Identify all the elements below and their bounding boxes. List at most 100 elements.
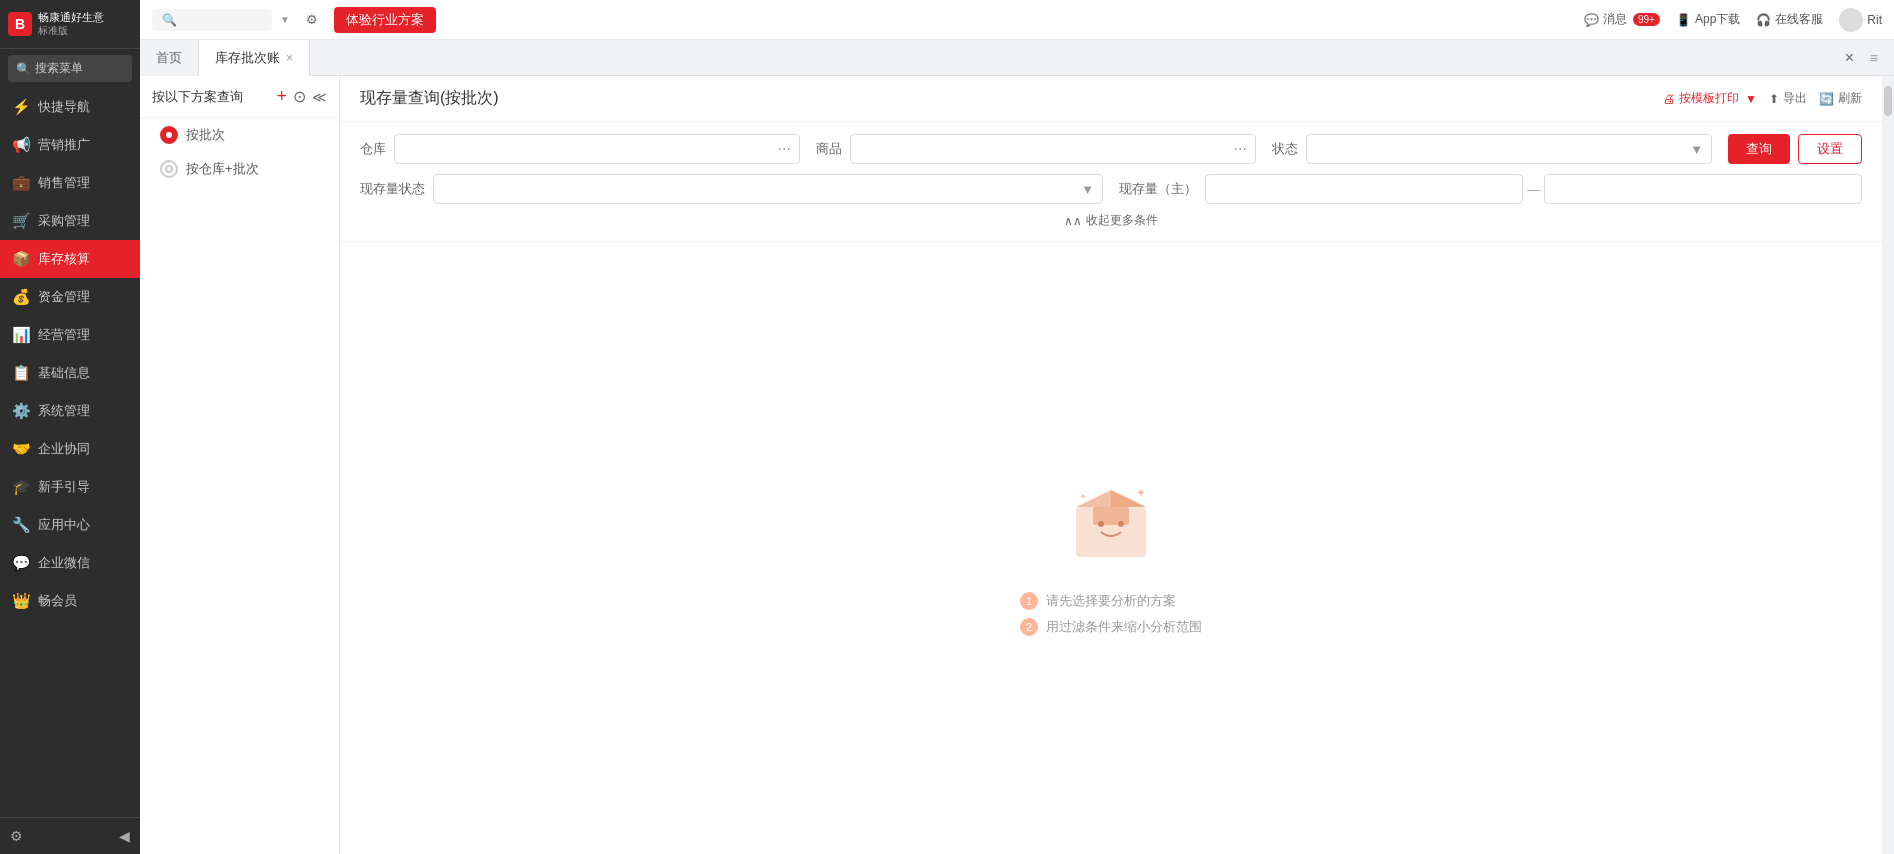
enterprise-label: 企业协同	[38, 440, 90, 458]
sidebar-search-label: 搜索菜单	[35, 60, 83, 77]
collapse-label: 收起更多条件	[1086, 212, 1158, 229]
collapse-more-btn[interactable]: ∧∧ 收起更多条件	[1064, 212, 1158, 229]
collapse-sidebar-btn[interactable]: ◀	[119, 828, 130, 844]
left-panel-header: 按以下方案查询 + ⊙ ≪	[140, 76, 339, 118]
print-dropdown-arrow[interactable]: ▼	[1745, 92, 1757, 106]
sidebar-item-membership[interactable]: 👑 畅会员	[0, 582, 140, 620]
tabbar-more-btn[interactable]: ≡	[1870, 50, 1878, 66]
sidebar-item-management[interactable]: 📊 经营管理	[0, 316, 140, 354]
warehouse-more-btn[interactable]: ···	[778, 140, 791, 158]
refresh-label: 刷新	[1838, 90, 1862, 107]
warehouse-input[interactable]: ···	[394, 134, 800, 164]
sidebar-item-purchase[interactable]: 🛒 采购管理	[0, 202, 140, 240]
export-btn[interactable]: ⬆ 导出	[1769, 90, 1807, 107]
finance-icon: 💰	[12, 288, 30, 306]
app-subtitle: 标准版	[38, 24, 104, 38]
tab-home[interactable]: 首页	[140, 40, 199, 76]
topbar-right: 💬 消息 99+ 📱 App下载 🎧 在线客服 Rit	[1584, 8, 1882, 32]
app-info: 畅康通好生意 标准版	[38, 10, 104, 38]
tab-close-btn[interactable]: ×	[286, 51, 293, 65]
purchase-label: 采购管理	[38, 212, 90, 230]
sidebar-item-wechat[interactable]: 💬 企业微信	[0, 544, 140, 582]
sidebar-item-finance[interactable]: 💰 资金管理	[0, 278, 140, 316]
scrollbar-thumb[interactable]	[1884, 86, 1892, 116]
sidebar-item-sales[interactable]: 💼 销售管理	[0, 164, 140, 202]
sidebar-item-quick-nav[interactable]: ⚡ 快捷导航	[0, 88, 140, 126]
marketing-label: 营销推广	[38, 136, 90, 154]
add-scheme-btn[interactable]: +	[276, 86, 287, 107]
topbar-search-box[interactable]: 🔍	[152, 9, 272, 31]
tabbar-close-btn[interactable]: ×	[1845, 49, 1854, 67]
marketing-icon: 📢	[12, 136, 30, 154]
messages-icon: 💬	[1584, 13, 1599, 27]
empty-illustration: ✦ ✦	[1051, 452, 1171, 572]
stock-status-select[interactable]: ▼	[433, 174, 1103, 204]
stock-qty-range: —	[1205, 174, 1862, 204]
sales-label: 销售管理	[38, 174, 90, 192]
svg-rect-5	[1093, 507, 1129, 525]
topbar-gear-btn[interactable]: ⚙	[298, 6, 326, 34]
sidebar-item-enterprise[interactable]: 🤝 企业协同	[0, 430, 140, 468]
stock-status-label: 现存量状态	[360, 180, 425, 198]
left-panel: 按以下方案查询 + ⊙ ≪ 按批次	[140, 76, 340, 854]
quick-nav-icon: ⚡	[12, 98, 30, 116]
sidebar-item-basic-info[interactable]: 📋 基础信息	[0, 354, 140, 392]
panel-collapse-btn[interactable]: ≪	[312, 89, 327, 105]
inventory-icon: 📦	[12, 250, 30, 268]
sidebar-item-appstore[interactable]: 🔧 应用中心	[0, 506, 140, 544]
experience-btn[interactable]: 体验行业方案	[334, 7, 436, 33]
left-panel-title: 按以下方案查询	[152, 88, 243, 106]
scheme-item-batch[interactable]: 按批次	[140, 118, 339, 152]
messages-btn[interactable]: 💬 消息 99+	[1584, 11, 1660, 28]
status-select[interactable]: ▼	[1306, 134, 1712, 164]
messages-label: 消息	[1603, 11, 1627, 28]
wechat-icon: 💬	[12, 554, 30, 572]
basic-info-icon: 📋	[12, 364, 30, 382]
topbar-search-icon: 🔍	[162, 13, 177, 27]
print-icon: 🖨	[1663, 92, 1675, 106]
tip-text-1: 请先选择要分析的方案	[1046, 592, 1176, 610]
scheme-settings-btn[interactable]: ⊙	[293, 87, 306, 106]
scheme-item-warehouse-batch[interactable]: 按仓库+批次	[140, 152, 339, 186]
status-dropdown-icon: ▼	[1690, 142, 1703, 157]
finance-label: 资金管理	[38, 288, 90, 306]
scheme-batch-label: 按批次	[186, 126, 225, 144]
user-avatar-btn[interactable]: Rit	[1839, 8, 1882, 32]
stock-qty-max-input[interactable]	[1544, 174, 1862, 204]
collapse-up-icon: ∧∧	[1064, 214, 1082, 228]
online-service-btn[interactable]: 🎧 在线客服	[1756, 11, 1823, 28]
status-label: 状态	[1272, 140, 1298, 158]
svg-point-6	[1098, 521, 1104, 527]
app-download-btn[interactable]: 📱 App下载	[1676, 11, 1740, 28]
print-template-btn[interactable]: 🖨 按模板打印 ▼	[1663, 90, 1757, 107]
user-name: Rit	[1867, 13, 1882, 27]
user-avatar	[1839, 8, 1863, 32]
goods-label: 商品	[816, 140, 842, 158]
page-header: 现存量查询(按批次) 🖨 按模板打印 ▼ ⬆ 导出 🔄	[340, 76, 1882, 122]
tab-inventory-batch[interactable]: 库存批次账 ×	[199, 40, 310, 76]
sidebar-item-marketing[interactable]: 📢 营销推广	[0, 126, 140, 164]
topbar-search-input[interactable]	[181, 13, 261, 27]
stock-status-dropdown-icon: ▼	[1081, 182, 1094, 197]
filter-status: 状态 ▼	[1272, 134, 1712, 164]
membership-icon: 👑	[12, 592, 30, 610]
sidebar-item-inventory[interactable]: 📦 库存核算	[0, 240, 140, 278]
sidebar-item-system[interactable]: ⚙️ 系统管理	[0, 392, 140, 430]
settings-footer-btn[interactable]: ⚙	[10, 828, 23, 844]
query-btn[interactable]: 查询	[1728, 134, 1790, 164]
goods-more-btn[interactable]: ···	[1234, 140, 1247, 158]
basic-info-label: 基础信息	[38, 364, 90, 382]
refresh-btn[interactable]: 🔄 刷新	[1819, 90, 1862, 107]
sidebar: B 畅康通好生意 标准版 🔍 搜索菜单 ⚡ 快捷导航 📢 营销推广 💼 销售管理	[0, 0, 140, 854]
messages-badge: 99+	[1633, 13, 1660, 26]
sidebar-search[interactable]: 🔍 搜索菜单	[8, 55, 132, 82]
content-area: 按以下方案查询 + ⊙ ≪ 按批次	[140, 76, 1894, 854]
stock-qty-min-input[interactable]	[1205, 174, 1523, 204]
search-icon: 🔍	[16, 62, 31, 76]
topbar-dropdown-arrow[interactable]: ▼	[280, 14, 290, 25]
sidebar-item-guide[interactable]: 🎓 新手引导	[0, 468, 140, 506]
main-area: 🔍 ▼ ⚙ 体验行业方案 💬 消息 99+ 📱 App下载 🎧	[140, 0, 1894, 854]
guide-label: 新手引导	[38, 478, 90, 496]
setting-btn[interactable]: 设置	[1798, 134, 1862, 164]
goods-input[interactable]: ···	[850, 134, 1256, 164]
